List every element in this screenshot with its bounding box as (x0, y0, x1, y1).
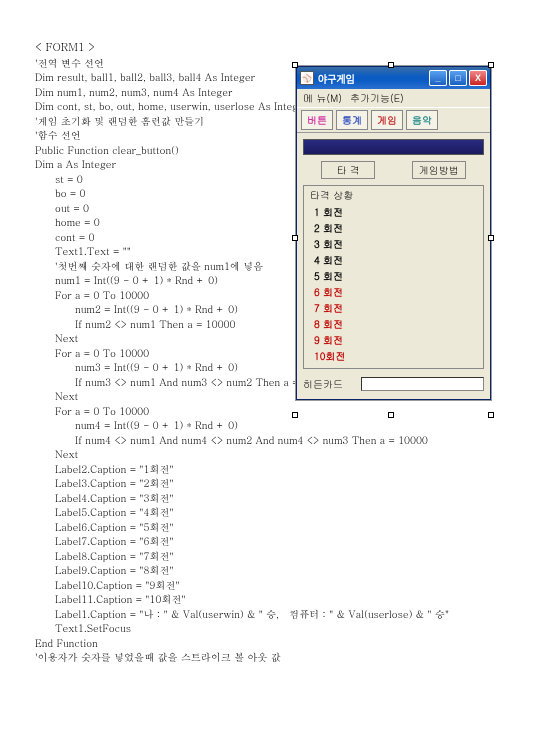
toolbar-button[interactable]: 통계 (336, 110, 368, 130)
code-line: For a = 0 To 10000 (35, 404, 515, 419)
menu-item[interactable]: 추가기능(E) (350, 91, 404, 105)
code-line: End Function (35, 636, 515, 651)
window-title: 야구게임 (318, 71, 429, 86)
minimize-button[interactable]: _ (429, 70, 447, 86)
hit-button[interactable]: 타 격 (321, 161, 375, 179)
score-display (303, 139, 484, 155)
form-heading: < FORM1 > (35, 40, 515, 56)
inning-label: 8 회전 (314, 316, 473, 332)
inning-label: 10회전 (314, 348, 473, 364)
selection-handle (292, 62, 298, 68)
code-line: Label4.Caption = "3회전" (35, 491, 515, 506)
inning-label: 4 회전 (314, 252, 473, 268)
code-line: Label8.Caption = "7회전" (35, 549, 515, 564)
code-line: '이용자가 숫자를 넣었을때 값을 스트라이크 볼 아웃 값 (35, 650, 515, 665)
code-line: Label5.Caption = "4회전" (35, 505, 515, 520)
code-line: If num4 <> num1 And num4 <> num2 And num… (35, 433, 515, 448)
menu-item[interactable]: 메 뉴(M) (303, 91, 342, 105)
toolbar-button[interactable]: 음악 (406, 110, 438, 130)
group-title: 타격 상황 (304, 186, 483, 204)
vb-form-window: ⚾ 야구게임 _ □ X 메 뉴(M) 추가기능(E) 버튼통계게임음악 타 격… (296, 66, 491, 400)
selection-handle (488, 412, 494, 418)
code-line: Text1.SetFocus (35, 621, 515, 636)
code-line: Label1.Caption = "나 : " & Val(userwin) &… (35, 607, 515, 622)
selection-handle (488, 235, 494, 241)
window-buttons: _ □ X (429, 70, 487, 86)
inning-label: 6 회전 (314, 284, 473, 300)
hidden-card-row: 히든카드 (303, 375, 484, 393)
selection-handle (292, 412, 298, 418)
code-line: num4 = Int((9 - 0 + 1) * Rnd + 0) (35, 418, 515, 433)
inning-label: 1 회전 (314, 204, 473, 220)
inning-list: 1 회전2 회전3 회전4 회전5 회전6 회전7 회전8 회전9 회전10회전 (304, 204, 483, 364)
toolbar-button[interactable]: 게임 (371, 110, 403, 130)
code-line: Label9.Caption = "8회전" (35, 563, 515, 578)
titlebar: ⚾ 야구게임 _ □ X (297, 67, 490, 89)
toolbar: 버튼통계게임음악 (297, 107, 490, 133)
inning-label: 3 회전 (314, 236, 473, 252)
selection-handle (388, 412, 394, 418)
inning-label: 5 회전 (314, 268, 473, 284)
code-line: Label6.Caption = "5회전" (35, 520, 515, 535)
code-line: Next (35, 447, 515, 462)
inning-group: 타격 상황 1 회전2 회전3 회전4 회전5 회전6 회전7 회전8 회전9 … (303, 185, 484, 369)
menubar: 메 뉴(M) 추가기능(E) (297, 89, 490, 107)
action-row: 타 격 게임방법 (297, 159, 490, 185)
selection-handle (388, 62, 394, 68)
app-icon: ⚾ (300, 71, 314, 85)
code-line: Label11.Caption = "10회전" (35, 592, 515, 607)
toolbar-button[interactable]: 버튼 (301, 110, 333, 130)
selection-handle (488, 62, 494, 68)
hidden-card-field[interactable] (361, 377, 484, 391)
inning-label: 2 회전 (314, 220, 473, 236)
howto-button[interactable]: 게임방법 (412, 161, 466, 179)
maximize-button[interactable]: □ (449, 70, 467, 86)
close-button[interactable]: X (469, 70, 487, 86)
code-line: Label10.Caption = "9회전" (35, 578, 515, 593)
selection-handle (292, 235, 298, 241)
code-line: Label2.Caption = "1회전" (35, 462, 515, 477)
code-line: Label3.Caption = "2회전" (35, 476, 515, 491)
hidden-card-label: 히든카드 (303, 377, 361, 391)
inning-label: 7 회전 (314, 300, 473, 316)
inning-label: 9 회전 (314, 332, 473, 348)
code-line: Label7.Caption = "6회전" (35, 534, 515, 549)
